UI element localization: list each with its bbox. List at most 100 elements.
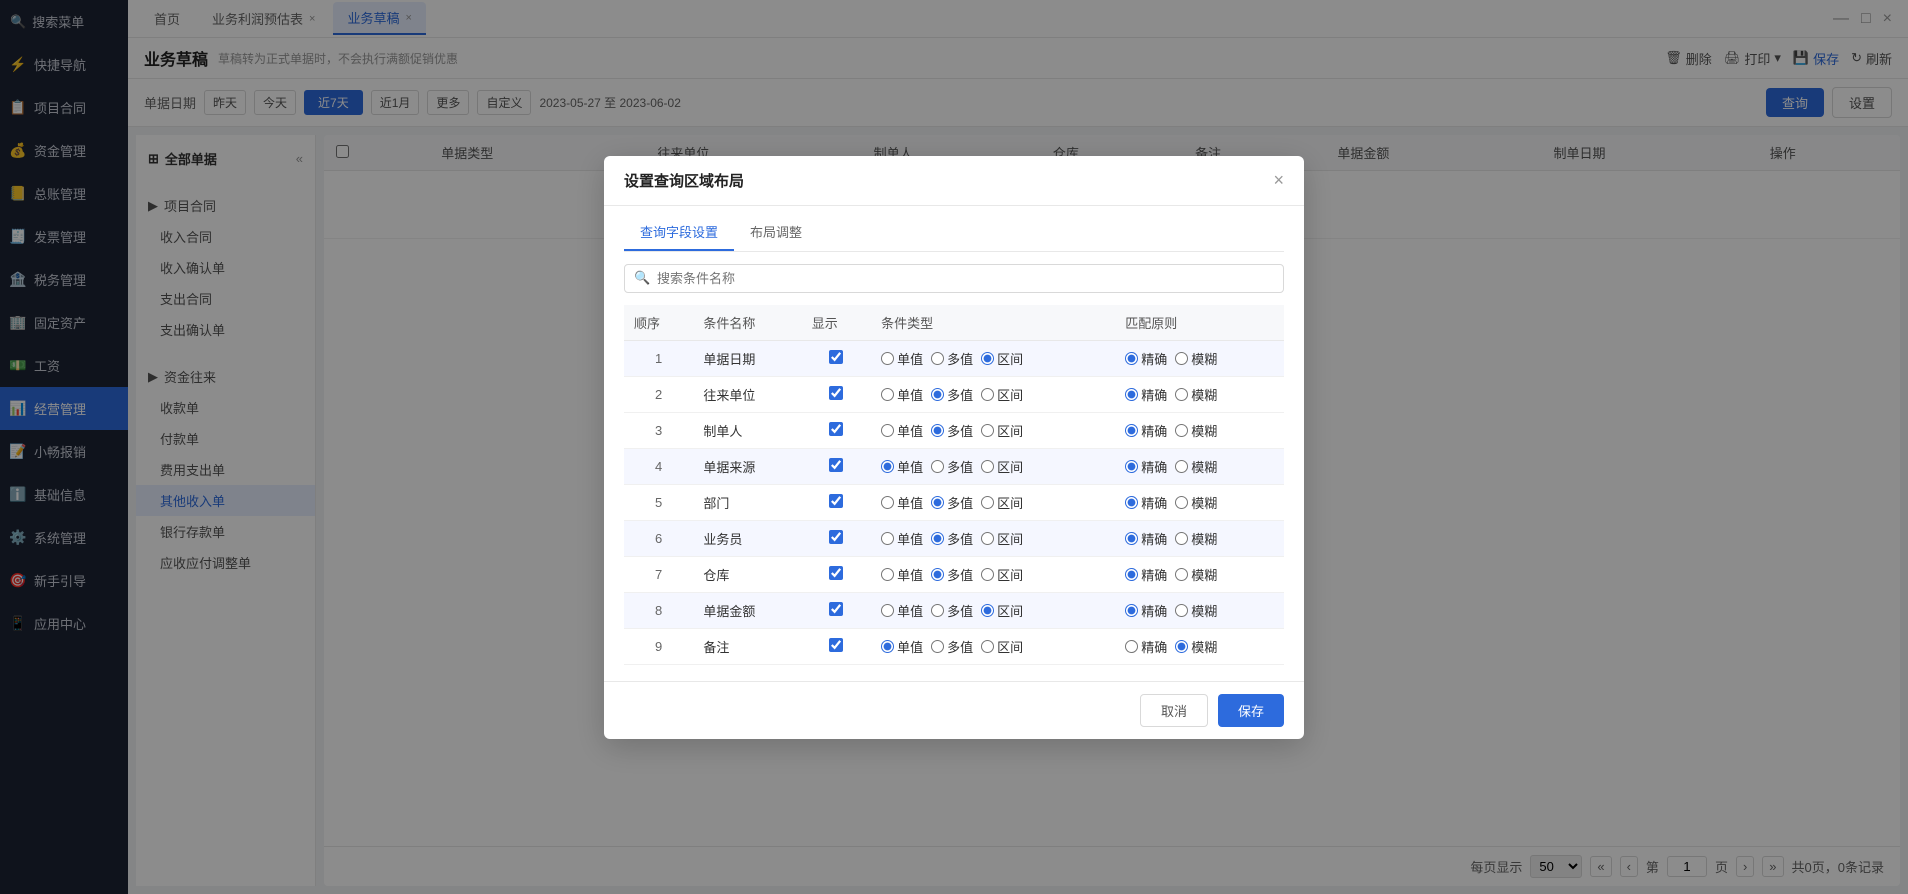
type-multi-radio[interactable]: 多值 (931, 457, 973, 476)
modal-table-container: 顺序 条件名称 显示 条件类型 匹配原则 1 单据日期 单值 多 (624, 305, 1284, 665)
match-exact-radio[interactable]: 精确 (1125, 601, 1167, 620)
type-range-radio[interactable]: 区间 (981, 601, 1023, 620)
type-range-radio[interactable]: 区间 (981, 457, 1023, 476)
row-order: 6 (624, 520, 693, 556)
modal-header: 设置查询区域布局 × (604, 156, 1304, 206)
type-single-radio[interactable]: 单值 (881, 565, 923, 584)
row-match: 精确 模糊 (1115, 628, 1284, 664)
row-type: 单值 多值 区间 (871, 484, 1115, 520)
row-match: 精确 模糊 (1115, 556, 1284, 592)
modal-table-row: 6 业务员 单值 多值 区间 精确 模糊 (624, 520, 1284, 556)
modal-col-show: 显示 (802, 305, 871, 341)
type-multi-radio[interactable]: 多值 (931, 637, 973, 656)
match-fuzzy-radio[interactable]: 模糊 (1175, 457, 1217, 476)
row-order: 10 (624, 664, 693, 665)
match-fuzzy-radio[interactable]: 模糊 (1175, 565, 1217, 584)
type-range-radio[interactable]: 区间 (981, 385, 1023, 404)
modal-search: 🔍 (624, 264, 1284, 293)
row-show[interactable] (802, 448, 871, 484)
match-exact-radio[interactable]: 精确 (1125, 349, 1167, 368)
type-multi-radio[interactable]: 多值 (931, 493, 973, 512)
type-single-radio[interactable]: 单值 (881, 493, 923, 512)
match-fuzzy-radio[interactable]: 模糊 (1175, 421, 1217, 440)
row-order: 1 (624, 340, 693, 376)
row-show[interactable] (802, 592, 871, 628)
row-show[interactable] (802, 376, 871, 412)
type-multi-radio[interactable]: 多值 (931, 529, 973, 548)
match-fuzzy-radio[interactable]: 模糊 (1175, 637, 1217, 656)
show-checkbox[interactable] (829, 422, 843, 436)
type-range-radio[interactable]: 区间 (981, 529, 1023, 548)
modal-title: 设置查询区域布局 (624, 170, 744, 191)
row-match: 精确 模糊 (1115, 340, 1284, 376)
show-checkbox[interactable] (829, 494, 843, 508)
match-fuzzy-radio[interactable]: 模糊 (1175, 529, 1217, 548)
row-show[interactable] (802, 664, 871, 665)
modal-table-row: 2 往来单位 单值 多值 区间 精确 模糊 (624, 376, 1284, 412)
row-match: 精确 模糊 (1115, 484, 1284, 520)
row-type: 单值 多值 区间 (871, 628, 1115, 664)
show-checkbox[interactable] (829, 566, 843, 580)
modal-table-row: 1 单据日期 单值 多值 区间 精确 模糊 (624, 340, 1284, 376)
match-exact-radio[interactable]: 精确 (1125, 385, 1167, 404)
type-single-radio[interactable]: 单值 (881, 637, 923, 656)
type-multi-radio[interactable]: 多值 (931, 385, 973, 404)
type-single-radio[interactable]: 单值 (881, 529, 923, 548)
match-fuzzy-radio[interactable]: 模糊 (1175, 493, 1217, 512)
cancel-button[interactable]: 取消 (1140, 694, 1208, 727)
row-name: 仓库 (693, 556, 801, 592)
row-type: 单值 多值 区间 (871, 376, 1115, 412)
row-match: 精确 模糊 (1115, 592, 1284, 628)
row-order: 3 (624, 412, 693, 448)
type-multi-radio[interactable]: 多值 (931, 565, 973, 584)
row-show[interactable] (802, 484, 871, 520)
tab-query-field-settings[interactable]: 查询字段设置 (624, 214, 734, 251)
show-checkbox[interactable] (829, 638, 843, 652)
show-checkbox[interactable] (829, 350, 843, 364)
type-multi-radio[interactable]: 多值 (931, 349, 973, 368)
row-name: 部门 (693, 484, 801, 520)
type-single-radio[interactable]: 单值 (881, 349, 923, 368)
show-checkbox[interactable] (829, 530, 843, 544)
type-single-radio[interactable]: 单值 (881, 421, 923, 440)
row-show[interactable] (802, 340, 871, 376)
type-single-radio[interactable]: 单值 (881, 385, 923, 404)
type-range-radio[interactable]: 区间 (981, 493, 1023, 512)
type-single-radio[interactable]: 单值 (881, 601, 923, 620)
modal-search-input[interactable] (624, 264, 1284, 293)
match-exact-radio[interactable]: 精确 (1125, 529, 1167, 548)
type-range-radio[interactable]: 区间 (981, 349, 1023, 368)
row-type: 单值 多值 区间 (871, 592, 1115, 628)
row-show[interactable] (802, 520, 871, 556)
match-exact-radio[interactable]: 精确 (1125, 421, 1167, 440)
row-match: 精确 模糊 (1115, 376, 1284, 412)
modal-table-row: 8 单据金额 单值 多值 区间 精确 模糊 (624, 592, 1284, 628)
type-single-radio[interactable]: 单值 (881, 457, 923, 476)
type-range-radio[interactable]: 区间 (981, 565, 1023, 584)
type-range-radio[interactable]: 区间 (981, 637, 1023, 656)
match-exact-radio[interactable]: 精确 (1125, 493, 1167, 512)
row-match: 精确 模糊 (1115, 412, 1284, 448)
show-checkbox[interactable] (829, 386, 843, 400)
row-show[interactable] (802, 628, 871, 664)
type-multi-radio[interactable]: 多值 (931, 421, 973, 440)
type-range-radio[interactable]: 区间 (981, 421, 1023, 440)
row-order: 4 (624, 448, 693, 484)
save-settings-button[interactable]: 保存 (1218, 694, 1284, 727)
show-checkbox[interactable] (829, 602, 843, 616)
modal-close-button[interactable]: × (1273, 170, 1284, 191)
modal-search-icon: 🔍 (634, 270, 650, 286)
tab-layout-adjustment[interactable]: 布局调整 (734, 214, 818, 251)
match-fuzzy-radio[interactable]: 模糊 (1175, 601, 1217, 620)
match-fuzzy-radio[interactable]: 模糊 (1175, 385, 1217, 404)
show-checkbox[interactable] (829, 458, 843, 472)
match-exact-radio[interactable]: 精确 (1125, 565, 1167, 584)
row-show[interactable] (802, 556, 871, 592)
row-name: 业务员 (693, 520, 801, 556)
row-name: 单据金额 (693, 592, 801, 628)
type-multi-radio[interactable]: 多值 (931, 601, 973, 620)
match-exact-radio[interactable]: 精确 (1125, 637, 1167, 656)
match-fuzzy-radio[interactable]: 模糊 (1175, 349, 1217, 368)
match-exact-radio[interactable]: 精确 (1125, 457, 1167, 476)
row-show[interactable] (802, 412, 871, 448)
